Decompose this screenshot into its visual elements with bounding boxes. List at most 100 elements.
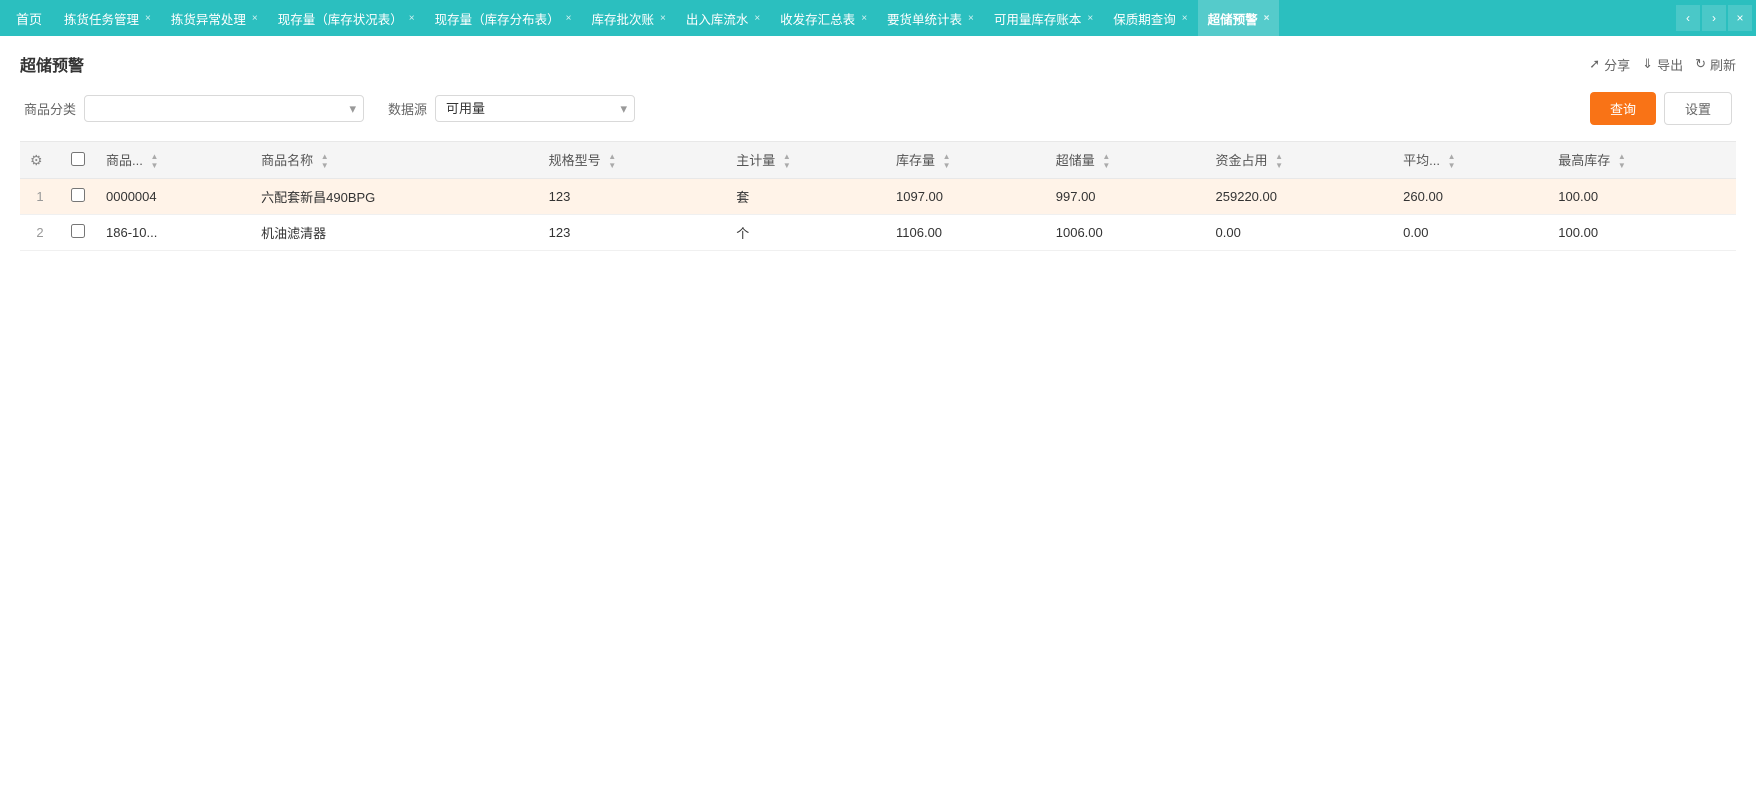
sort-code-icon[interactable]: ▲▼	[150, 153, 158, 170]
col-name-header: 商品名称 ▲▼	[251, 142, 538, 179]
table-row: 2 186-10... 机油滤清器 123 个 1106.00 1006.00 …	[20, 215, 1736, 251]
sort-avg-icon[interactable]: ▲▼	[1448, 153, 1456, 170]
close-tab-7-icon[interactable]: ×	[861, 13, 867, 24]
sort-maxstock-icon[interactable]: ▲▼	[1618, 153, 1626, 170]
row-avg: 260.00	[1393, 179, 1548, 215]
share-icon: ➚	[1589, 56, 1600, 72]
close-tab-3-icon[interactable]: ×	[409, 13, 415, 24]
datasource-select-wrapper: 可用量	[435, 95, 635, 122]
col-gear: ⚙	[20, 142, 60, 179]
nav-arrows: ‹ › ×	[1676, 5, 1752, 31]
share-button[interactable]: ➚ 分享	[1589, 55, 1630, 74]
refresh-button[interactable]: ↻ 刷新	[1695, 55, 1736, 74]
sort-spec-icon[interactable]: ▲▼	[608, 153, 616, 170]
col-checkbox-header	[60, 142, 96, 179]
nav-prev-button[interactable]: ‹	[1676, 5, 1700, 31]
col-overstock-header: 超储量 ▲▼	[1046, 142, 1206, 179]
setting-button[interactable]: 设置	[1664, 92, 1732, 125]
header-actions: ➚ 分享 ⇓ 导出 ↻ 刷新	[1589, 55, 1736, 74]
row-stock: 1106.00	[886, 215, 1046, 251]
nav-tab-11[interactable]: 超储预警 ×	[1198, 0, 1280, 36]
col-capital-header: 资金占用 ▲▼	[1206, 142, 1394, 179]
row-checkbox-cell	[60, 179, 96, 215]
data-table: ⚙ 商品... ▲▼ 商品名称 ▲▼ 规格型号 ▲▼ 主计	[20, 141, 1736, 251]
nav-tab-1[interactable]: 拣货任务管理 ×	[54, 0, 161, 36]
nav-tab-10[interactable]: 保质期查询 ×	[1103, 0, 1197, 36]
category-select[interactable]	[84, 95, 364, 122]
row-spec: 123	[539, 179, 727, 215]
row-num: 2	[20, 215, 60, 251]
row-capital: 0.00	[1206, 215, 1394, 251]
sort-name-icon[interactable]: ▲▼	[321, 153, 329, 170]
refresh-icon: ↻	[1695, 56, 1706, 72]
query-button[interactable]: 查询	[1590, 92, 1656, 125]
close-tab-10-icon[interactable]: ×	[1182, 13, 1188, 24]
category-label: 商品分类	[24, 99, 76, 118]
nav-tab-3[interactable]: 现存量（库存状况表） ×	[268, 0, 425, 36]
close-tab-2-icon[interactable]: ×	[252, 13, 258, 24]
row-checkbox-1[interactable]	[71, 224, 85, 238]
col-avg-header: 平均... ▲▼	[1393, 142, 1548, 179]
table-header-row: ⚙ 商品... ▲▼ 商品名称 ▲▼ 规格型号 ▲▼ 主计	[20, 142, 1736, 179]
col-code-header: 商品... ▲▼	[96, 142, 251, 179]
row-maxstock: 100.00	[1548, 179, 1736, 215]
col-stock-header: 库存量 ▲▼	[886, 142, 1046, 179]
close-tab-5-icon[interactable]: ×	[660, 13, 666, 24]
nav-tab-6[interactable]: 出入库流水 ×	[676, 0, 770, 36]
close-tab-4-icon[interactable]: ×	[566, 13, 572, 24]
row-checkbox-cell	[60, 215, 96, 251]
table-row: 1 0000004 六配套新昌490BPG 123 套 1097.00 997.…	[20, 179, 1736, 215]
nav-tab-4[interactable]: 现存量（库存分布表） ×	[425, 0, 582, 36]
row-name: 机油滤清器	[251, 215, 538, 251]
row-spec: 123	[539, 215, 727, 251]
close-tab-9-icon[interactable]: ×	[1087, 13, 1093, 24]
export-icon: ⇓	[1642, 56, 1653, 72]
row-checkbox-0[interactable]	[71, 188, 85, 202]
page-title: 超储预警	[20, 52, 84, 76]
category-filter-group: 商品分类	[24, 95, 364, 122]
close-tab-8-icon[interactable]: ×	[968, 13, 974, 24]
row-maxstock: 100.00	[1548, 215, 1736, 251]
close-tab-6-icon[interactable]: ×	[754, 13, 760, 24]
page-content: 超储预警 ➚ 分享 ⇓ 导出 ↻ 刷新 商品分类	[0, 36, 1756, 800]
nav-close-all-button[interactable]: ×	[1728, 5, 1752, 31]
nav-tab-9[interactable]: 可用量库存账本 ×	[984, 0, 1103, 36]
row-unit: 套	[726, 179, 886, 215]
col-unit-header: 主计量 ▲▼	[726, 142, 886, 179]
row-unit: 个	[726, 215, 886, 251]
nav-home[interactable]: 首页	[4, 0, 54, 36]
filter-actions: 查询 设置	[1590, 92, 1732, 125]
row-num: 1	[20, 179, 60, 215]
col-maxstock-header: 最高库存 ▲▼	[1548, 142, 1736, 179]
datasource-select[interactable]: 可用量	[435, 95, 635, 122]
row-name: 六配套新昌490BPG	[251, 179, 538, 215]
sort-capital-icon[interactable]: ▲▼	[1275, 153, 1283, 170]
row-avg: 0.00	[1393, 215, 1548, 251]
row-overstock: 1006.00	[1046, 215, 1206, 251]
select-all-checkbox[interactable]	[71, 152, 85, 166]
category-select-wrapper	[84, 95, 364, 122]
close-tab-11-icon[interactable]: ×	[1264, 13, 1270, 24]
gear-icon[interactable]: ⚙	[30, 152, 43, 168]
sort-stock-icon[interactable]: ▲▼	[943, 153, 951, 170]
datasource-filter-group: 数据源 可用量	[388, 95, 635, 122]
page-header: 超储预警 ➚ 分享 ⇓ 导出 ↻ 刷新	[20, 52, 1736, 76]
top-navigation: 首页 拣货任务管理 × 拣货异常处理 × 现存量（库存状况表） × 现存量（库存…	[0, 0, 1756, 36]
nav-tab-8[interactable]: 要货单统计表 ×	[877, 0, 984, 36]
sort-overstock-icon[interactable]: ▲▼	[1102, 153, 1110, 170]
close-tab-1-icon[interactable]: ×	[145, 13, 151, 24]
row-code: 0000004	[96, 179, 251, 215]
nav-tab-2[interactable]: 拣货异常处理 ×	[161, 0, 268, 36]
nav-tab-7[interactable]: 收发存汇总表 ×	[770, 0, 877, 36]
sort-unit-icon[interactable]: ▲▼	[783, 153, 791, 170]
export-button[interactable]: ⇓ 导出	[1642, 55, 1683, 74]
row-overstock: 997.00	[1046, 179, 1206, 215]
row-stock: 1097.00	[886, 179, 1046, 215]
datasource-label: 数据源	[388, 99, 427, 118]
nav-tab-5[interactable]: 库存批次账 ×	[581, 0, 675, 36]
filter-area: 商品分类 数据源 可用量 查询 设置	[20, 92, 1736, 125]
row-capital: 259220.00	[1206, 179, 1394, 215]
row-code: 186-10...	[96, 215, 251, 251]
nav-next-button[interactable]: ›	[1702, 5, 1726, 31]
col-spec-header: 规格型号 ▲▼	[539, 142, 727, 179]
